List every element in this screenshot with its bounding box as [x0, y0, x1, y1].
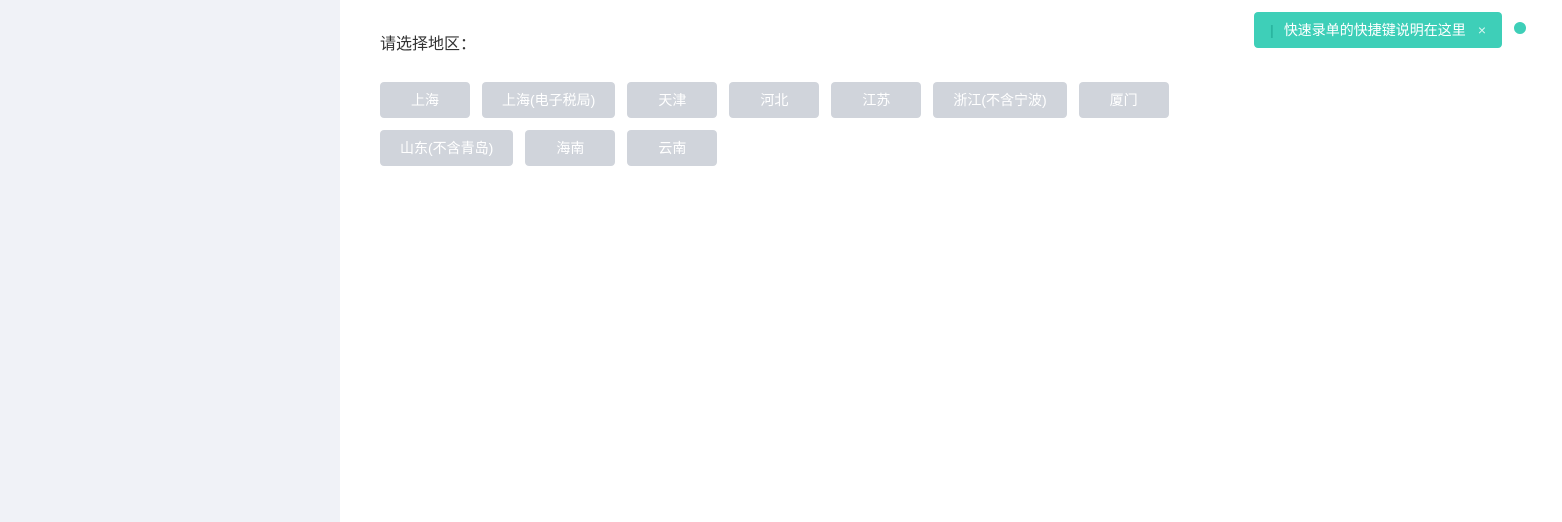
region-btn-jiangsu[interactable]: 江苏: [831, 82, 921, 118]
tooltip-close-button[interactable]: ×: [1478, 22, 1486, 38]
region-btn-yunnan[interactable]: 云南: [627, 130, 717, 166]
region-btn-tianjin[interactable]: 天津: [627, 82, 717, 118]
region-btn-hainan[interactable]: 海南: [525, 130, 615, 166]
region-btn-shandong[interactable]: 山东(不含青岛): [380, 130, 513, 166]
tooltip-text: 快速录单的快捷键说明在这里: [1284, 20, 1466, 40]
tooltip-banner: 快速录单的快捷键说明在这里 ×: [1254, 12, 1502, 48]
tooltip-dot: [1514, 22, 1526, 34]
region-btn-shanghai-etax[interactable]: 上海(电子税局): [482, 82, 615, 118]
region-btn-hebei[interactable]: 河北: [729, 82, 819, 118]
region-btn-xiamen[interactable]: 厦门: [1079, 82, 1169, 118]
region-buttons-container: 上海 上海(电子税局) 天津 河北 江苏 浙江(不含宁波) 厦门: [380, 82, 1522, 118]
region-btn-zhejiang[interactable]: 浙江(不含宁波): [933, 82, 1066, 118]
region-buttons-row2: 山东(不含青岛) 海南 云南: [380, 130, 1522, 166]
main-content: 请选择地区： 上海 上海(电子税局) 天津 河北 江苏 浙江(不含宁波) 厦门 …: [340, 0, 1562, 522]
left-sidebar: [0, 0, 340, 522]
region-btn-shanghai[interactable]: 上海: [380, 82, 470, 118]
